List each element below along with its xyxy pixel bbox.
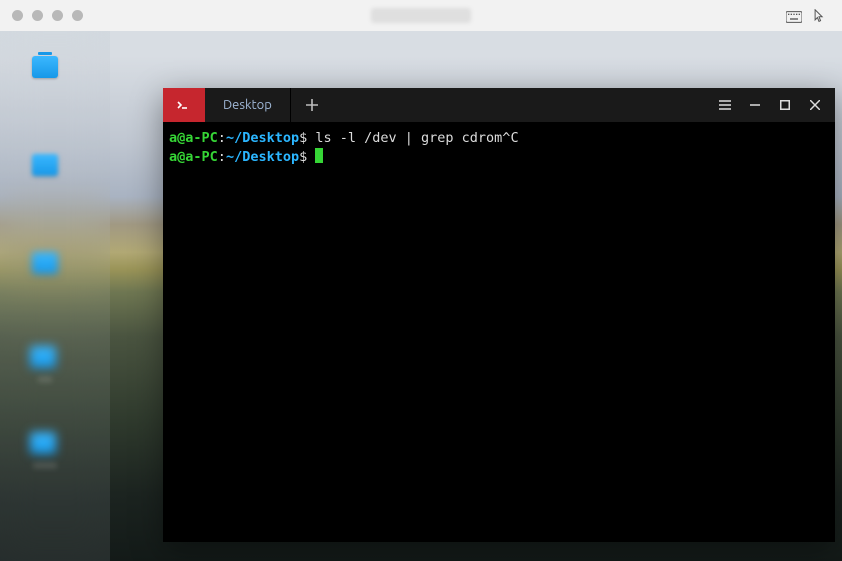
terminal-command-text: ls -l /dev | grep cdrom^C bbox=[315, 130, 518, 146]
terminal-line: a@a-PC:~/Desktop$ bbox=[169, 148, 829, 167]
cursor-icon[interactable] bbox=[814, 9, 830, 23]
desktop-folder-icon[interactable] bbox=[32, 56, 58, 78]
desktop-background: xxx xxxxx Desktop bbox=[0, 0, 842, 561]
maximize-icon[interactable] bbox=[777, 97, 793, 113]
prompt-sigil: $ bbox=[299, 149, 307, 165]
prompt-user: a bbox=[169, 149, 177, 165]
terminal-tab-label: Desktop bbox=[223, 98, 272, 112]
desktop-icon-label: xxx bbox=[20, 374, 70, 384]
traffic-light-dot[interactable] bbox=[52, 10, 63, 21]
topbar-tray bbox=[786, 9, 830, 23]
terminal-app-icon[interactable] bbox=[163, 88, 205, 122]
terminal-tabbar: Desktop bbox=[163, 88, 835, 122]
new-tab-button[interactable] bbox=[291, 88, 333, 122]
traffic-light-dot[interactable] bbox=[72, 10, 83, 21]
prompt-path: ~/Desktop bbox=[226, 130, 299, 146]
terminal-body[interactable]: a@a-PC:~/Desktop$ ls -l /dev | grep cdro… bbox=[163, 122, 835, 542]
terminal-tab[interactable]: Desktop bbox=[205, 88, 291, 122]
terminal-cursor bbox=[315, 148, 323, 163]
window-traffic-lights bbox=[12, 10, 83, 21]
traffic-light-dot[interactable] bbox=[32, 10, 43, 21]
desktop-folder-icon[interactable] bbox=[32, 154, 58, 176]
topbar-title-blurred bbox=[371, 8, 471, 23]
desktop-folder-icon[interactable] bbox=[32, 252, 58, 274]
prompt-host: a-PC bbox=[185, 130, 218, 146]
terminal-line: a@a-PC:~/Desktop$ ls -l /dev | grep cdro… bbox=[169, 130, 829, 148]
prompt-sigil: $ bbox=[299, 130, 307, 146]
prompt-host: a-PC bbox=[185, 149, 218, 165]
prompt-path: ~/Desktop bbox=[226, 149, 299, 165]
desktop-icon-label: xxxxx bbox=[20, 460, 70, 470]
system-topbar bbox=[0, 0, 842, 31]
close-icon[interactable] bbox=[807, 97, 823, 113]
desktop-folder-icon[interactable] bbox=[30, 346, 56, 368]
minimize-icon[interactable] bbox=[747, 97, 763, 113]
desktop-folder-icon[interactable] bbox=[30, 432, 56, 454]
traffic-light-dot[interactable] bbox=[12, 10, 23, 21]
dock-blur-strip bbox=[0, 31, 110, 561]
hamburger-menu-icon[interactable] bbox=[717, 97, 733, 113]
terminal-window-controls bbox=[705, 97, 835, 113]
prompt-user: a bbox=[169, 130, 177, 146]
terminal-window: Desktop a@a-PC:~/Deskto bbox=[163, 88, 835, 542]
keyboard-icon[interactable] bbox=[786, 9, 802, 23]
